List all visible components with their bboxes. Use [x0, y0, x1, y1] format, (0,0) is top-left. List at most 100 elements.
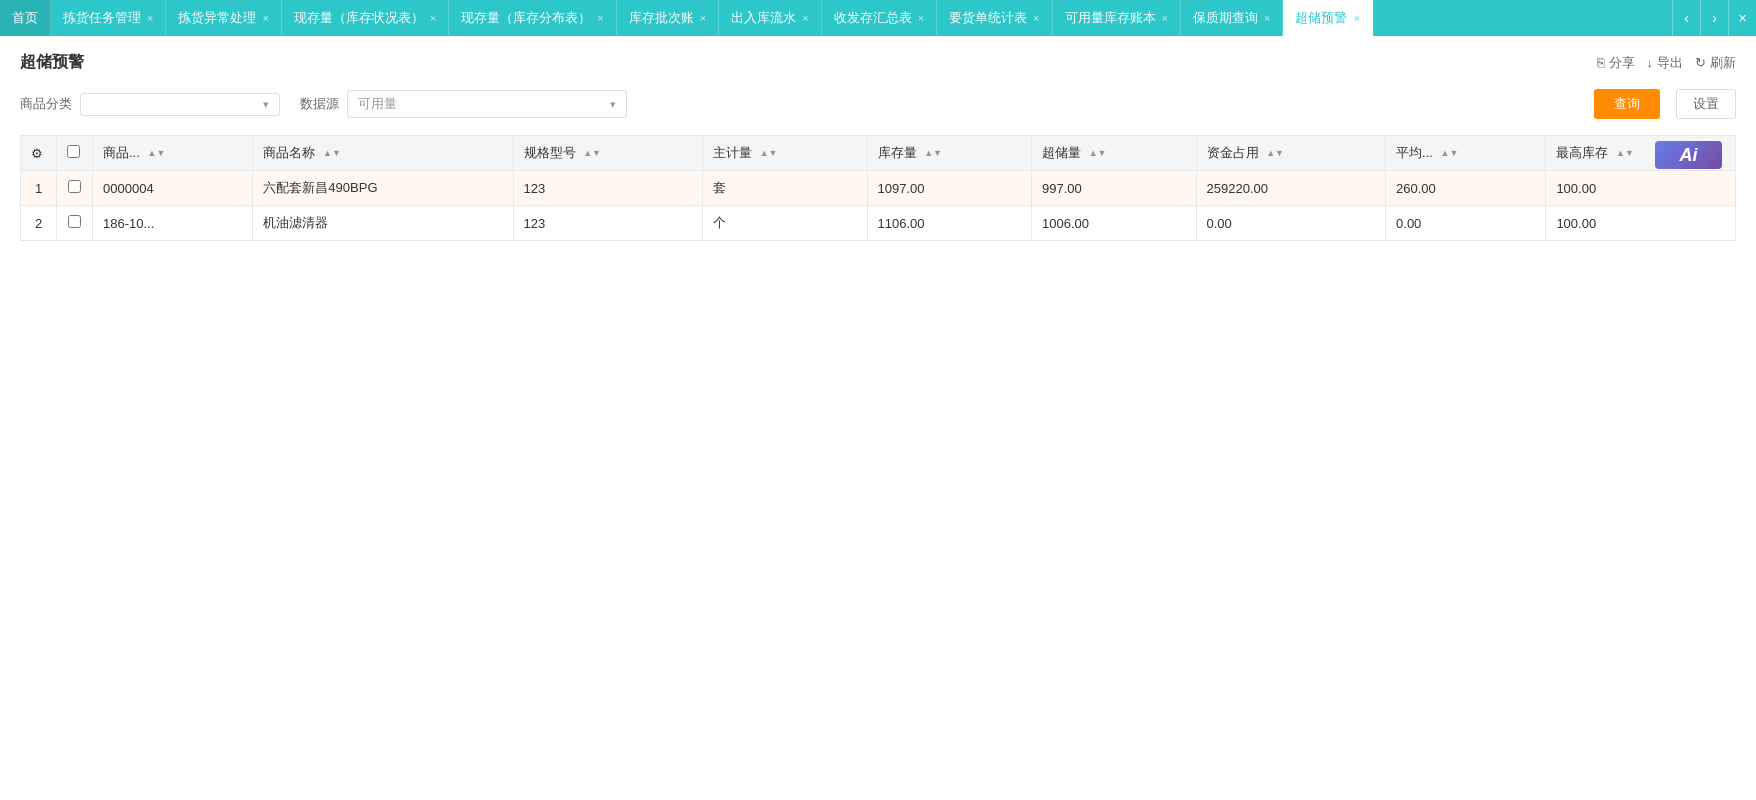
table-row: 1 0000004 六配套新昌490BPG 123 套 1097.00 997.…: [21, 171, 1736, 206]
row-checkbox-cell[interactable]: [57, 206, 93, 241]
col-capital-usage-label: 资金占用: [1207, 145, 1259, 160]
settings-button[interactable]: 设置: [1676, 89, 1736, 119]
share-icon: ⎘: [1597, 55, 1605, 70]
close-tab-inout-flow[interactable]: ×: [802, 12, 808, 24]
col-overstock-qty[interactable]: 超储量 ▲▼: [1032, 136, 1197, 171]
chevron-down-icon: ▾: [263, 98, 269, 111]
nav-item-batch[interactable]: 库存批次账 ×: [617, 0, 719, 36]
row-product-name: 六配套新昌490BPG: [253, 171, 513, 206]
header-actions: ⎘ 分享 ↓ 导出 ↻ 刷新: [1597, 54, 1737, 72]
nav-item-shelf-life[interactable]: 保质期查询 ×: [1181, 0, 1283, 36]
row-product-code: 186-10...: [93, 206, 253, 241]
nav-item-task-mgmt[interactable]: 拣货任务管理 ×: [51, 0, 166, 36]
datasource-select[interactable]: 可用量 ▾: [347, 90, 627, 118]
nav-arrows: ‹ › ×: [1672, 0, 1756, 36]
col-product-code[interactable]: 商品... ▲▼: [93, 136, 253, 171]
col-spec-label: 规格型号: [524, 145, 576, 160]
col-settings: ⚙: [21, 136, 57, 171]
ai-badge[interactable]: Ai: [1655, 141, 1722, 169]
col-avg-label: 平均...: [1396, 145, 1433, 160]
datasource-value: 可用量: [358, 95, 397, 113]
data-table: ⚙ 商品... ▲▼ 商品名称 ▲▼ 规格型号 ▲▼ 主计: [20, 135, 1736, 241]
filter-row: 商品分类 ▾ 数据源 可用量 ▾ 查询 设置: [20, 89, 1736, 119]
page-title: 超储预警: [20, 52, 84, 73]
close-tab-stock-dist[interactable]: ×: [597, 12, 603, 24]
refresh-button[interactable]: ↻ 刷新: [1695, 54, 1736, 72]
datasource-label: 数据源: [300, 95, 339, 113]
row-stock-qty: 1097.00: [867, 171, 1032, 206]
category-filter: 商品分类 ▾: [20, 93, 280, 116]
nav-item-overstock[interactable]: 超储预警 ×: [1283, 0, 1372, 36]
nav-item-avail-stock[interactable]: 可用量库存账本 ×: [1053, 0, 1181, 36]
row-product-name: 机油滤清器: [253, 206, 513, 241]
row-max-stock: 100.00: [1546, 171, 1736, 206]
nav-item-home[interactable]: 首页: [0, 0, 51, 36]
col-spec[interactable]: 规格型号 ▲▼: [513, 136, 703, 171]
row-num: 1: [21, 171, 57, 206]
row-num: 2: [21, 206, 57, 241]
row-max-stock: 100.00: [1546, 206, 1736, 241]
col-overstock-qty-label: 超储量: [1042, 145, 1081, 160]
nav-item-order-stats[interactable]: 要货单统计表 ×: [937, 0, 1052, 36]
row-overstock-qty: 997.00: [1032, 171, 1197, 206]
close-tab-task[interactable]: ×: [147, 12, 153, 24]
category-select[interactable]: ▾: [80, 93, 280, 116]
nav-item-recv-send[interactable]: 收发存汇总表 ×: [822, 0, 937, 36]
col-stock-qty[interactable]: 库存量 ▲▼: [867, 136, 1032, 171]
row-unit: 个: [703, 206, 868, 241]
category-label: 商品分类: [20, 95, 72, 113]
share-button[interactable]: ⎘ 分享: [1597, 54, 1635, 72]
row-capital-usage: 0.00: [1196, 206, 1386, 241]
page-header: 超储预警 ⎘ 分享 ↓ 导出 ↻ 刷新: [20, 52, 1736, 73]
nav-item-stock-dist[interactable]: 现存量（库存分布表） ×: [449, 0, 616, 36]
table-row: 2 186-10... 机油滤清器 123 个 1106.00 1006.00 …: [21, 206, 1736, 241]
row-stock-qty: 1106.00: [867, 206, 1032, 241]
nav-next-button[interactable]: ›: [1700, 0, 1728, 36]
col-product-name-label: 商品名称: [263, 145, 315, 160]
nav-item-inout-flow[interactable]: 出入库流水 ×: [719, 0, 821, 36]
row-avg: 0.00: [1386, 206, 1546, 241]
row-spec: 123: [513, 171, 703, 206]
close-tab-recv-send[interactable]: ×: [918, 12, 924, 24]
datasource-filter: 数据源 可用量 ▾: [300, 90, 627, 118]
col-unit[interactable]: 主计量 ▲▼: [703, 136, 868, 171]
export-button[interactable]: ↓ 导出: [1647, 54, 1684, 72]
nav-more-button[interactable]: ×: [1728, 0, 1756, 36]
select-all-checkbox[interactable]: [67, 145, 80, 158]
settings-icon[interactable]: ⚙: [31, 146, 43, 161]
row-avg: 260.00: [1386, 171, 1546, 206]
row-product-code: 0000004: [93, 171, 253, 206]
close-tab-batch[interactable]: ×: [700, 12, 706, 24]
row-checkbox-cell[interactable]: [57, 171, 93, 206]
chevron-down-icon-2: ▾: [610, 98, 616, 111]
main-content: 超储预警 ⎘ 分享 ↓ 导出 ↻ 刷新 商品分类 ▾ 数据源: [0, 36, 1756, 800]
col-product-code-label: 商品...: [103, 145, 140, 160]
col-avg[interactable]: 平均... ▲▼: [1386, 136, 1546, 171]
row-unit: 套: [703, 171, 868, 206]
nav-item-stock-status[interactable]: 现存量（库存状况表） ×: [282, 0, 449, 36]
close-tab-overstock[interactable]: ×: [1353, 12, 1359, 24]
close-tab-abnormal[interactable]: ×: [262, 12, 268, 24]
col-max-stock-label: 最高库存: [1556, 145, 1608, 160]
col-product-name[interactable]: 商品名称 ▲▼: [253, 136, 513, 171]
refresh-icon: ↻: [1695, 55, 1706, 70]
nav-item-abnormal[interactable]: 拣货异常处理 ×: [166, 0, 281, 36]
col-checkbox-all[interactable]: [57, 136, 93, 171]
col-stock-qty-label: 库存量: [878, 145, 917, 160]
query-button[interactable]: 查询: [1594, 89, 1660, 119]
close-tab-stock-status[interactable]: ×: [430, 12, 436, 24]
row-spec: 123: [513, 206, 703, 241]
top-navigation: 首页 拣货任务管理 × 拣货异常处理 × 现存量（库存状况表） × 现存量（库存…: [0, 0, 1756, 36]
close-tab-shelf-life[interactable]: ×: [1264, 12, 1270, 24]
export-icon: ↓: [1647, 55, 1654, 70]
row-capital-usage: 259220.00: [1196, 171, 1386, 206]
close-tab-avail-stock[interactable]: ×: [1162, 12, 1168, 24]
row-checkbox-0[interactable]: [68, 180, 81, 193]
row-overstock-qty: 1006.00: [1032, 206, 1197, 241]
row-checkbox-1[interactable]: [68, 215, 81, 228]
col-capital-usage[interactable]: 资金占用 ▲▼: [1196, 136, 1386, 171]
table-header-row: ⚙ 商品... ▲▼ 商品名称 ▲▼ 规格型号 ▲▼ 主计: [21, 136, 1736, 171]
close-tab-order-stats[interactable]: ×: [1033, 12, 1039, 24]
nav-prev-button[interactable]: ‹: [1672, 0, 1700, 36]
col-unit-label: 主计量: [713, 145, 752, 160]
